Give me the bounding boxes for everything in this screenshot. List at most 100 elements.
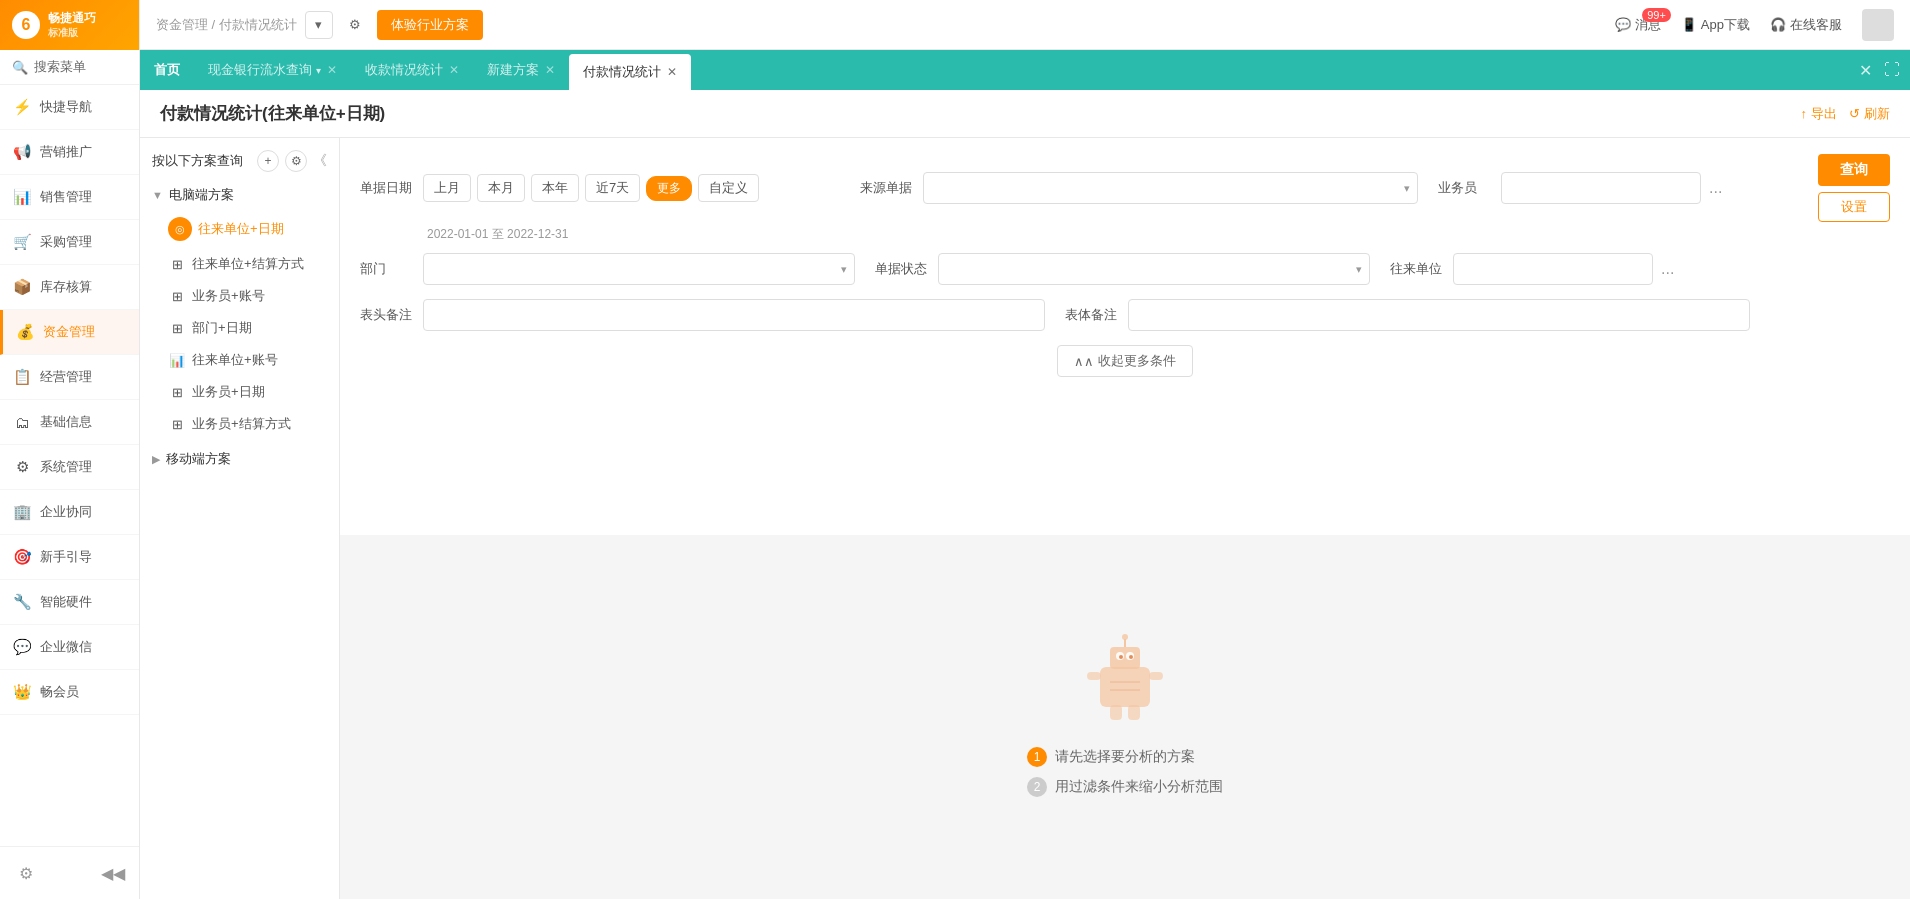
trial-button[interactable]: 体验行业方案 [377, 10, 483, 40]
salesman-more-icon[interactable]: ... [1709, 179, 1722, 197]
tab-bank-close[interactable]: ✕ [327, 63, 337, 77]
headset-icon: 🎧 [1770, 17, 1786, 32]
tab-payment[interactable]: 付款情况统计 ✕ [569, 54, 691, 90]
refresh-button[interactable]: ↺ 刷新 [1849, 105, 1890, 123]
sidebar-item-hardware[interactable]: 🔧 智能硬件 [0, 580, 139, 625]
sidebar-header: 6 畅捷通巧 标准版 [0, 0, 139, 50]
source-filter-item: 来源单据 ▾ [860, 172, 1418, 204]
sidebar-item-wechat[interactable]: 💬 企业微信 [0, 625, 139, 670]
date-this-year-btn[interactable]: 本年 [531, 174, 579, 202]
tab-fullscreen-icon[interactable]: ⛶ [1884, 61, 1900, 79]
collapse-panel-icon[interactable]: 《 [313, 152, 327, 170]
collapse-sidebar-icon[interactable]: ◀◀ [99, 859, 127, 887]
topbar-settings-icon[interactable]: ⚙ [341, 11, 369, 39]
svg-point-7 [1122, 634, 1128, 640]
system-icon: ⚙ [12, 457, 32, 477]
tab-receipt-close[interactable]: ✕ [449, 63, 459, 77]
sidebar-item-marketing[interactable]: 📢 营销推广 [0, 130, 139, 175]
logo-icon: 6 [12, 11, 40, 39]
app-download-button[interactable]: 📱 App下载 [1681, 16, 1750, 34]
table-icon-3: ⊞ [168, 319, 186, 337]
user-avatar[interactable] [1862, 9, 1894, 41]
date-this-month-btn[interactable]: 本月 [477, 174, 525, 202]
status-select[interactable] [938, 253, 1370, 285]
scheme-group-desktop-title[interactable]: ▼ 电脑端方案 [140, 180, 339, 210]
salesman-input[interactable] [1501, 172, 1701, 204]
refresh-icon: ↺ [1849, 106, 1860, 121]
sidebar-item-guide[interactable]: 🎯 新手引导 [0, 535, 139, 580]
enterprise-icon: 🏢 [12, 502, 32, 522]
scheme-group-mobile-title[interactable]: ▶ 移动端方案 [140, 444, 339, 474]
search-menu[interactable]: 🔍 搜索菜单 [0, 50, 139, 85]
main-area: 资金管理 / 付款情况统计 ▾ ⚙ 体验行业方案 💬 消息 99+ 📱 App下… [140, 0, 1910, 899]
page-actions: ↑ 导出 ↺ 刷新 [1801, 105, 1891, 123]
svg-point-5 [1129, 655, 1133, 659]
svg-rect-10 [1110, 705, 1122, 720]
settings-footer-icon[interactable]: ⚙ [12, 859, 40, 887]
filter-row-2: 部门 ▾ 单据状态 ▾ [360, 253, 1890, 285]
date-last-month-btn[interactable]: 上月 [423, 174, 471, 202]
status-filter-item: 单据状态 ▾ [875, 253, 1370, 285]
query-button[interactable]: 查询 [1818, 154, 1890, 186]
add-scheme-button[interactable]: + [257, 150, 279, 172]
sidebar-item-sales[interactable]: 📊 销售管理 [0, 175, 139, 220]
sidebar-item-operations[interactable]: 📋 经营管理 [0, 355, 139, 400]
online-service-button[interactable]: 🎧 在线客服 [1770, 16, 1842, 34]
topbar: 资金管理 / 付款情况统计 ▾ ⚙ 体验行业方案 💬 消息 99+ 📱 App下… [140, 0, 1910, 50]
sidebar-item-finance[interactable]: 💰 资金管理 [0, 310, 139, 355]
tab-new-scheme[interactable]: 新建方案 ✕ [473, 50, 569, 90]
date-custom-btn[interactable]: 自定义 [698, 174, 759, 202]
scheme-item-salesman-date[interactable]: ⊞ 业务员+日期 [140, 376, 339, 408]
sidebar-item-system[interactable]: ⚙ 系统管理 [0, 445, 139, 490]
filter-settings-button[interactable]: 设置 [1818, 192, 1890, 222]
scheme-item-partner-date[interactable]: ◎ 往来单位+日期 [140, 210, 339, 248]
tab-bank[interactable]: 现金银行流水查询 ▾ ✕ [194, 50, 351, 90]
settings-scheme-button[interactable]: ⚙ [285, 150, 307, 172]
scheme-item-salesman-account[interactable]: ⊞ 业务员+账号 [140, 280, 339, 312]
topbar-left: 资金管理 / 付款情况统计 ▾ ⚙ 体验行业方案 [156, 10, 483, 40]
member-icon: 👑 [12, 682, 32, 702]
tab-receipt[interactable]: 收款情况统计 ✕ [351, 50, 473, 90]
page-header: 付款情况统计(往来单位+日期) ↑ 导出 ↺ 刷新 [140, 90, 1910, 138]
partner-more-icon[interactable]: ... [1661, 260, 1674, 278]
sidebar-item-member[interactable]: 👑 畅会员 [0, 670, 139, 715]
sidebar-item-inventory[interactable]: 📦 库存核算 [0, 265, 139, 310]
sidebar-item-quicknav[interactable]: ⚡ 快捷导航 [0, 85, 139, 130]
message-button[interactable]: 💬 消息 99+ [1615, 16, 1661, 34]
sidebar: 6 畅捷通巧 标准版 🔍 搜索菜单 ⚡ 快捷导航 📢 营销推广 📊 销售管理 🛒… [0, 0, 140, 899]
export-icon: ↑ [1801, 106, 1808, 121]
dropdown-arrow[interactable]: ▾ [305, 11, 333, 39]
sidebar-item-purchase[interactable]: 🛒 采购管理 [0, 220, 139, 265]
source-select-wrapper: ▾ [923, 172, 1418, 204]
sidebar-item-enterprise[interactable]: 🏢 企业协同 [0, 490, 139, 535]
collapse-arrow-icon: ∧∧ [1074, 354, 1094, 369]
tab-new-scheme-close[interactable]: ✕ [545, 63, 555, 77]
sidebar-footer: ⚙ ◀◀ [0, 846, 139, 899]
scheme-item-partner-account[interactable]: 📊 往来单位+账号 [140, 344, 339, 376]
scheme-item-partner-settle[interactable]: ⊞ 往来单位+结算方式 [140, 248, 339, 280]
salesman-filter-label: 业务员 [1438, 179, 1493, 197]
partner-input[interactable] [1453, 253, 1653, 285]
svg-rect-8 [1087, 672, 1101, 680]
date-7days-btn[interactable]: 近7天 [585, 174, 640, 202]
scheme-item-salesman-settle[interactable]: ⊞ 业务员+结算方式 [140, 408, 339, 440]
tab-payment-close[interactable]: ✕ [667, 65, 677, 79]
collapse-filter-button[interactable]: ∧∧ 收起更多条件 [1057, 345, 1193, 377]
sidebar-item-basic[interactable]: 🗂 基础信息 [0, 400, 139, 445]
export-button[interactable]: ↑ 导出 [1801, 105, 1838, 123]
tab-close-all-icon[interactable]: ✕ [1859, 61, 1872, 80]
tab-home[interactable]: 首页 [140, 50, 194, 90]
body-note-input[interactable] [1128, 299, 1750, 331]
date-filter-label: 单据日期 [360, 179, 415, 197]
dept-select[interactable] [423, 253, 855, 285]
expand-desktop-icon: ▼ [152, 189, 163, 201]
header-note-input[interactable] [423, 299, 1045, 331]
date-buttons: 上月 本月 本年 近7天 更多 自定义 [423, 174, 840, 202]
finance-icon: 💰 [15, 322, 35, 342]
source-select[interactable] [923, 172, 1418, 204]
body-note-item: 表体备注 [1065, 299, 1750, 331]
header-note-item: 表头备注 [360, 299, 1045, 331]
scheme-item-dept-date[interactable]: ⊞ 部门+日期 [140, 312, 339, 344]
date-more-btn[interactable]: 更多 [646, 176, 692, 201]
filter-actions: 查询 设置 [1818, 154, 1890, 222]
